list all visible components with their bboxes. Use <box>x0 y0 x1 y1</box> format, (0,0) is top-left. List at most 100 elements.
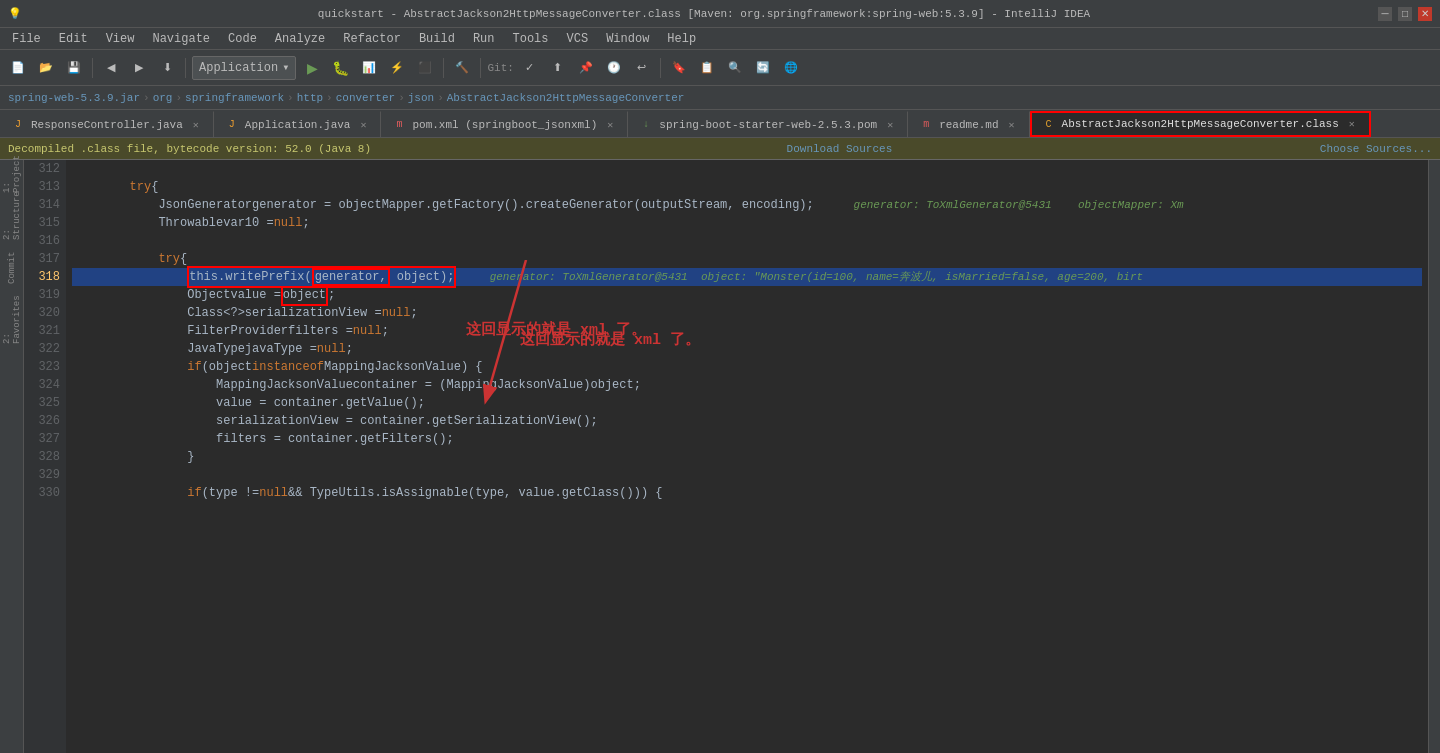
dropdown-arrow-icon: ▾ <box>282 60 289 75</box>
code-line-326: serializationView = container.getSeriali… <box>72 412 1422 430</box>
project-icon[interactable]: 1: Project <box>2 164 22 184</box>
choose-sources-link[interactable]: Choose Sources... <box>1320 143 1432 155</box>
new-file-button[interactable]: 📄 <box>6 56 30 80</box>
code-line-318: this.writePrefix(generator, object); gen… <box>72 268 1422 286</box>
breadcrumb-jar[interactable]: spring-web-5.3.9.jar <box>8 92 140 104</box>
tab-application-close[interactable]: ✕ <box>356 118 370 132</box>
breadcrumb-sep-3: › <box>287 92 294 104</box>
ln-313: 313 <box>24 178 60 196</box>
forward-button[interactable]: ▶ <box>127 56 151 80</box>
git-revert-button[interactable]: ↩ <box>630 56 654 80</box>
recent-button[interactable]: ⬇ <box>155 56 179 80</box>
ln-325: 325 <box>24 394 60 412</box>
debug-button[interactable]: 🐛 <box>328 56 353 80</box>
tab-application-icon: J <box>225 118 239 132</box>
run-with-coverage-button[interactable]: 📊 <box>357 56 381 80</box>
ln-312: 312 <box>24 160 60 178</box>
breadcrumb-json[interactable]: json <box>408 92 434 104</box>
code-line-321: FilterProvider filters = null; <box>72 322 1422 340</box>
code-line-315: Throwable var10 = null; <box>72 214 1422 232</box>
tab-spring-starter[interactable]: ↓ spring-boot-starter-web-2.5.3.pom ✕ <box>628 111 908 137</box>
breadcrumb: spring-web-5.3.9.jar › org › springframe… <box>0 86 1440 110</box>
menu-edit[interactable]: Edit <box>51 30 96 48</box>
ln-326: 326 <box>24 412 60 430</box>
code-line-322: JavaType javaType = null; <box>72 340 1422 358</box>
git-commit-button[interactable]: 📌 <box>574 56 598 80</box>
ln-318: 318 <box>24 268 60 286</box>
favorites-icon[interactable]: 2: Favorites <box>2 310 22 330</box>
breadcrumb-http[interactable]: http <box>297 92 323 104</box>
ln-329: 329 <box>24 466 60 484</box>
menu-view[interactable]: View <box>98 30 143 48</box>
menu-window[interactable]: Window <box>598 30 657 48</box>
line-numbers: 312 313 314 315 316 317 318 319 320 321 … <box>24 160 66 753</box>
minimize-button[interactable]: ─ <box>1378 7 1392 21</box>
breadcrumb-org[interactable]: org <box>153 92 173 104</box>
code-line-314: JsonGenerator generator = objectMapper.g… <box>72 196 1422 214</box>
tab-application-java[interactable]: J Application.java ✕ <box>214 111 382 137</box>
back-button[interactable]: ◀ <box>99 56 123 80</box>
tab-pom-close[interactable]: ✕ <box>603 118 617 132</box>
tab-response-close[interactable]: ✕ <box>189 118 203 132</box>
tab-abstract-icon: C <box>1042 117 1056 131</box>
run-button[interactable]: ▶ <box>300 56 324 80</box>
search-button[interactable]: 🔍 <box>723 56 747 80</box>
menu-analyze[interactable]: Analyze <box>267 30 333 48</box>
run-config-dropdown[interactable]: Application ▾ <box>192 56 296 80</box>
open-button[interactable]: 📂 <box>34 56 58 80</box>
menu-tools[interactable]: Tools <box>505 30 557 48</box>
titlebar: 💡 quickstart - AbstractJackson2HttpMessa… <box>0 0 1440 28</box>
menu-build[interactable]: Build <box>411 30 463 48</box>
ln-327: 327 <box>24 430 60 448</box>
code-line-327: filters = container.getFilters(); <box>72 430 1422 448</box>
git-update-button[interactable]: ✓ <box>518 56 542 80</box>
tab-response-label: ResponseController.java <box>31 119 183 131</box>
toolbar-sep-5 <box>660 58 661 78</box>
profile-button[interactable]: ⚡ <box>385 56 409 80</box>
ln-319: 319 <box>24 286 60 304</box>
replace-button[interactable]: 🔄 <box>751 56 775 80</box>
code-line-325: value = container.getValue(); <box>72 394 1422 412</box>
toolbar-sep-3 <box>443 58 444 78</box>
stop-button[interactable]: ⬛ <box>413 56 437 80</box>
git-push-button[interactable]: ⬆ <box>546 56 570 80</box>
menu-help[interactable]: Help <box>659 30 704 48</box>
code-line-316 <box>72 232 1422 250</box>
tab-readme[interactable]: m readme.md ✕ <box>908 111 1029 137</box>
decompile-text: Decompiled .class file, bytecode version… <box>8 143 371 155</box>
structure-button[interactable]: 📋 <box>695 56 719 80</box>
breadcrumb-converter[interactable]: converter <box>336 92 395 104</box>
menu-run[interactable]: Run <box>465 30 503 48</box>
toolbar-sep-4 <box>480 58 481 78</box>
breadcrumb-class[interactable]: AbstractJackson2HttpMessageConverter <box>447 92 685 104</box>
code-editor[interactable]: try { JsonGenerator generator = objectMa… <box>66 160 1428 753</box>
download-sources-link[interactable]: Download Sources <box>787 143 893 155</box>
code-line-320: Class<?> serializationView = null; <box>72 304 1422 322</box>
breadcrumb-springframework[interactable]: springframework <box>185 92 284 104</box>
build-button[interactable]: 🔨 <box>450 56 474 80</box>
close-button[interactable]: ✕ <box>1418 7 1432 21</box>
tab-abstract-class[interactable]: C AbstractJackson2HttpMessageConverter.c… <box>1030 111 1371 137</box>
maximize-button[interactable]: □ <box>1398 7 1412 21</box>
menu-vcs[interactable]: VCS <box>559 30 597 48</box>
commit-icon[interactable]: Commit <box>2 258 22 278</box>
save-button[interactable]: 💾 <box>62 56 86 80</box>
tab-abstract-close[interactable]: ✕ <box>1345 117 1359 131</box>
menu-file[interactable]: File <box>4 30 49 48</box>
window-controls[interactable]: ─ □ ✕ <box>1378 7 1432 21</box>
tab-response-controller[interactable]: J ResponseController.java ✕ <box>0 111 214 137</box>
breadcrumb-sep-1: › <box>143 92 150 104</box>
tab-readme-close[interactable]: ✕ <box>1005 118 1019 132</box>
menu-code[interactable]: Code <box>220 30 265 48</box>
tab-starter-close[interactable]: ✕ <box>883 118 897 132</box>
menu-refactor[interactable]: Refactor <box>335 30 409 48</box>
bookmark-button[interactable]: 🔖 <box>667 56 691 80</box>
ln-314: 314 <box>24 196 60 214</box>
right-scrollbar[interactable] <box>1428 160 1440 753</box>
structure-icon[interactable]: 2: Structure <box>2 206 22 226</box>
tab-pom-xml[interactable]: m pom.xml (springboot_jsonxml) ✕ <box>381 111 628 137</box>
menu-navigate[interactable]: Navigate <box>144 30 218 48</box>
code-line-324: MappingJacksonValue container = (Mapping… <box>72 376 1422 394</box>
git-history-button[interactable]: 🕐 <box>602 56 626 80</box>
translate-button[interactable]: 🌐 <box>779 56 803 80</box>
